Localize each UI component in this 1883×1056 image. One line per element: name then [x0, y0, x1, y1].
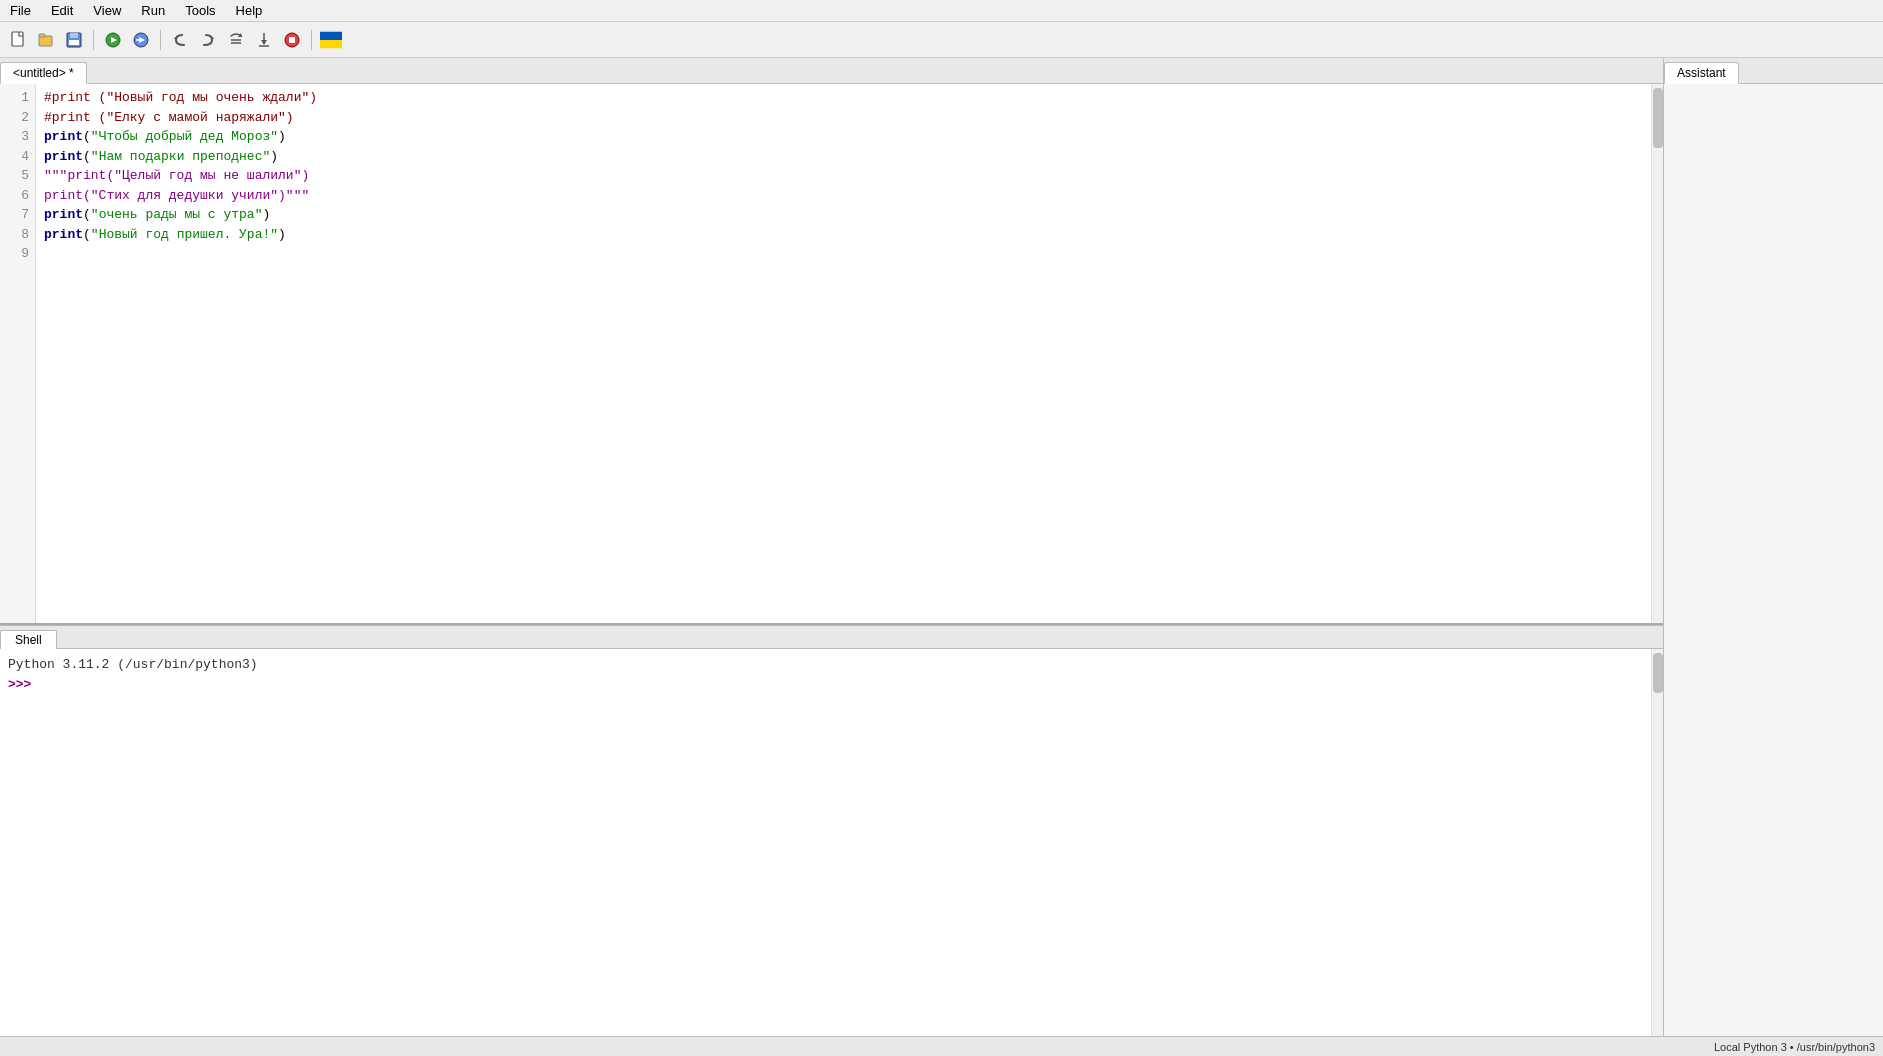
- code-line-2: #print ("Елку с мамой наряжали"): [44, 110, 294, 125]
- line-num-3: 3: [6, 127, 29, 147]
- menu-view[interactable]: View: [87, 2, 127, 19]
- main-area: <untitled> * 1 2 3 4 5 6 7 8 9 #print ("…: [0, 58, 1883, 1036]
- shell-content: Python 3.11.2 (/usr/bin/python3) >>>: [0, 649, 1663, 1036]
- stop-button[interactable]: [280, 28, 304, 52]
- menu-help[interactable]: Help: [230, 2, 269, 19]
- line-num-9: 9: [6, 244, 29, 264]
- step-over-button[interactable]: [224, 28, 248, 52]
- assistant-tabbar: Assistant: [1664, 58, 1883, 84]
- new-file-icon: [9, 31, 27, 49]
- run-icon: [104, 31, 122, 49]
- shell-tab[interactable]: Shell: [0, 630, 57, 649]
- run-button[interactable]: [101, 28, 125, 52]
- svg-rect-2: [39, 34, 45, 37]
- ukraine-flag-icon: [320, 31, 342, 49]
- code-line-8: print("Новый год пришел. Ура!"): [44, 227, 286, 242]
- code-line-6: print("Стих для дедушки учили")""": [44, 188, 309, 203]
- shell-section: Shell Python 3.11.2 (/usr/bin/python3) >…: [0, 625, 1663, 1036]
- line-num-1: 1: [6, 88, 29, 108]
- line-num-6: 6: [6, 186, 29, 206]
- menubar: File Edit View Run Tools Help: [0, 0, 1883, 22]
- shell-prompt: >>>: [8, 677, 31, 692]
- code-textarea[interactable]: #print ("Новый год мы очень ждали") #pri…: [36, 84, 1651, 623]
- shell-tab-label: Shell: [15, 633, 42, 647]
- redo-button[interactable]: [196, 28, 220, 52]
- line-num-7: 7: [6, 205, 29, 225]
- undo-icon: [171, 31, 189, 49]
- code-line-4: print("Нам подарки преподнес"): [44, 149, 278, 164]
- shell-scrollbar-thumb[interactable]: [1653, 653, 1663, 693]
- menu-tools[interactable]: Tools: [179, 2, 221, 19]
- svg-rect-22: [320, 40, 342, 48]
- open-file-icon: [37, 31, 55, 49]
- line-num-4: 4: [6, 147, 29, 167]
- code-line-3: print("Чтобы добрый дед Мороз"): [44, 129, 286, 144]
- line-numbers: 1 2 3 4 5 6 7 8 9: [0, 84, 36, 623]
- redo-icon: [199, 31, 217, 49]
- shell-version: Python 3.11.2 (/usr/bin/python3): [8, 655, 1643, 675]
- statusbar: Local Python 3 • /usr/bin/python3: [0, 1036, 1883, 1056]
- line-num-5: 5: [6, 166, 29, 186]
- svg-marker-17: [261, 40, 267, 45]
- step-over-icon: [227, 31, 245, 49]
- editor-tab-label: <untitled> *: [13, 66, 74, 80]
- editor-scrollbar-thumb[interactable]: [1653, 88, 1663, 148]
- open-file-button[interactable]: [34, 28, 58, 52]
- menu-file[interactable]: File: [4, 2, 37, 19]
- assistant-tab[interactable]: Assistant: [1664, 62, 1739, 84]
- undo-button[interactable]: [168, 28, 192, 52]
- code-line-7: print("очень рады мы с утра"): [44, 207, 270, 222]
- toolbar-sep-2: [160, 30, 161, 50]
- shell-tabbar: Shell: [0, 625, 1663, 649]
- svg-rect-4: [70, 33, 78, 38]
- svg-rect-20: [289, 37, 295, 43]
- ukraine-flag-button[interactable]: [319, 28, 343, 52]
- svg-rect-0: [12, 32, 23, 46]
- menu-run[interactable]: Run: [135, 2, 171, 19]
- toolbar-sep-1: [93, 30, 94, 50]
- toolbar-sep-3: [311, 30, 312, 50]
- debug-icon: [132, 31, 150, 49]
- new-file-button[interactable]: [6, 28, 30, 52]
- editor-tabbar: <untitled> *: [0, 58, 1663, 84]
- editor-scrollbar[interactable]: [1651, 84, 1663, 623]
- toolbar: [0, 22, 1883, 58]
- line-num-2: 2: [6, 108, 29, 128]
- step-into-icon: [255, 31, 273, 49]
- shell-scrollbar[interactable]: [1651, 649, 1663, 1036]
- editor-container: <untitled> * 1 2 3 4 5 6 7 8 9 #print ("…: [0, 58, 1663, 1036]
- menu-edit[interactable]: Edit: [45, 2, 79, 19]
- line-num-8: 8: [6, 225, 29, 245]
- assistant-tab-label: Assistant: [1677, 66, 1726, 80]
- svg-rect-5: [69, 40, 79, 45]
- step-into-button[interactable]: [252, 28, 276, 52]
- assistant-panel: Assistant: [1663, 58, 1883, 1036]
- shell-prompt-line: >>>: [8, 675, 1643, 695]
- debug-button[interactable]: [129, 28, 153, 52]
- save-file-button[interactable]: [62, 28, 86, 52]
- statusbar-text: Local Python 3 • /usr/bin/python3: [1714, 1041, 1875, 1053]
- svg-rect-21: [320, 31, 342, 39]
- code-line-1: #print ("Новый год мы очень ждали"): [44, 90, 317, 105]
- code-editor: 1 2 3 4 5 6 7 8 9 #print ("Новый год мы …: [0, 84, 1663, 625]
- save-file-icon: [65, 31, 83, 49]
- editor-tab[interactable]: <untitled> *: [0, 62, 87, 84]
- stop-icon: [283, 31, 301, 49]
- shell-text-area[interactable]: Python 3.11.2 (/usr/bin/python3) >>>: [0, 649, 1651, 1036]
- code-line-5: """print("Целый год мы не шалили"): [44, 168, 309, 183]
